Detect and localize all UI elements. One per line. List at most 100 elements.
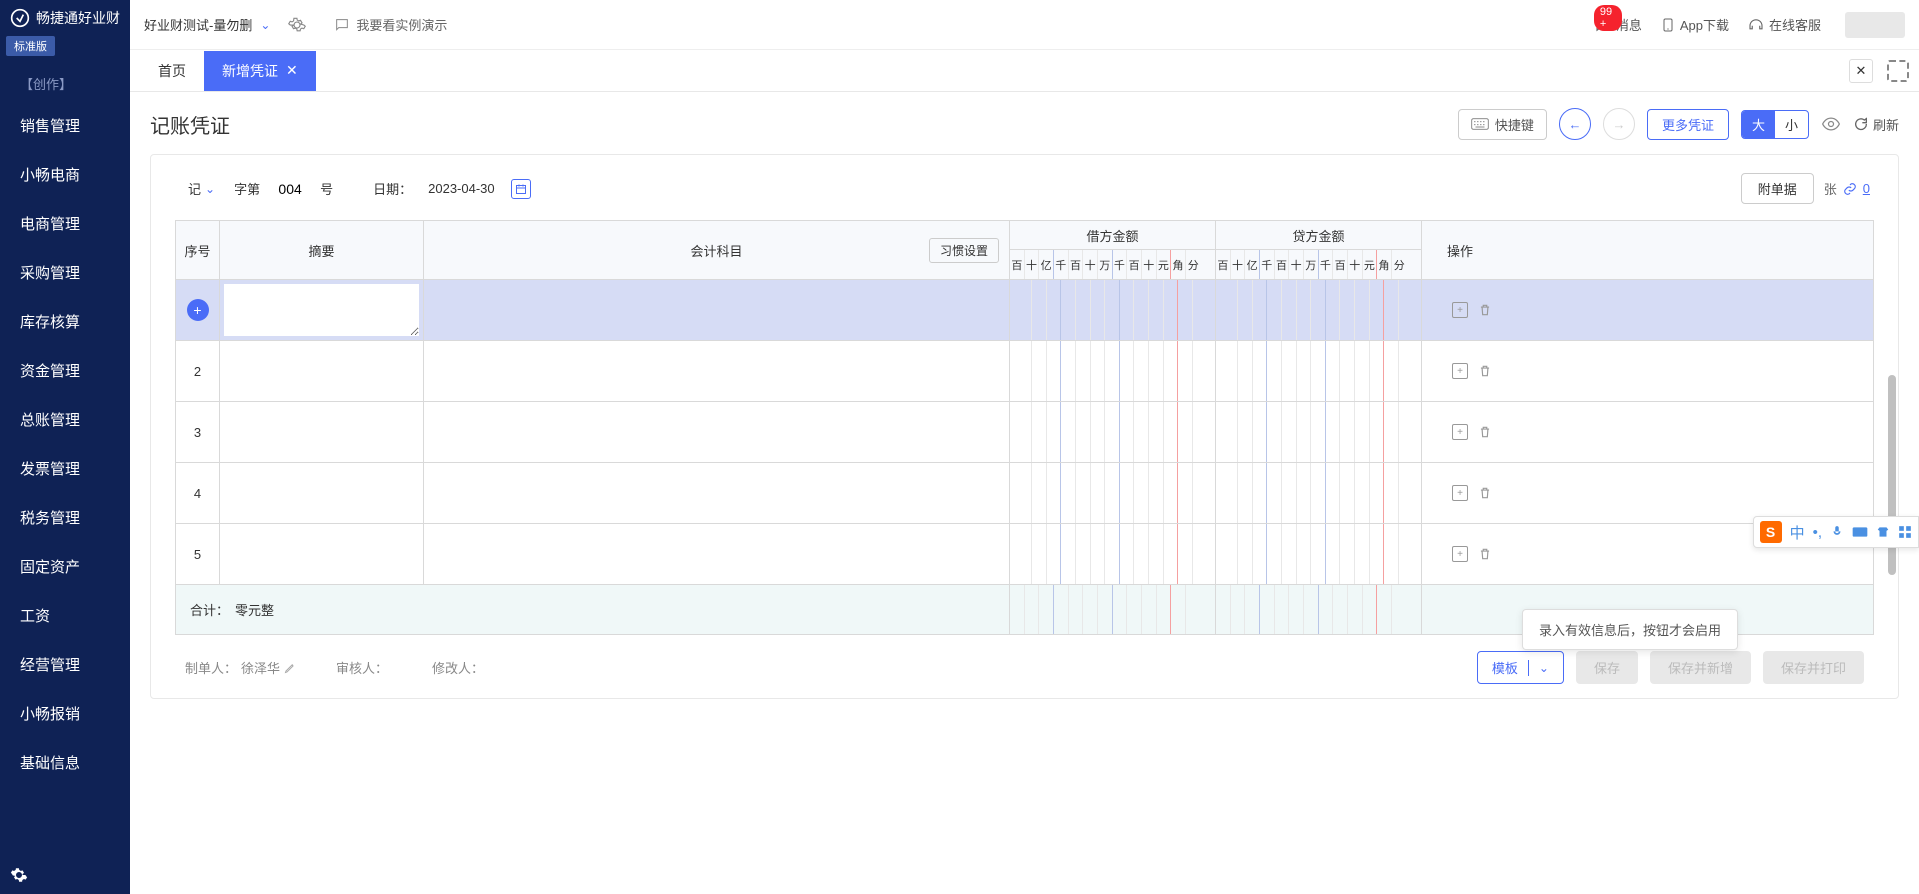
nav-ledger[interactable]: 总账管理 (0, 395, 130, 444)
ime-skin-icon[interactable] (1876, 525, 1890, 539)
copy-row-icon[interactable]: + (1452, 363, 1468, 379)
copy-row-icon[interactable]: + (1452, 302, 1468, 318)
habit-settings-button[interactable]: 习惯设置 (929, 238, 999, 263)
more-vouchers-button[interactable]: 更多凭证 (1647, 109, 1729, 140)
nav-salary[interactable]: 工资 (0, 591, 130, 640)
edit-icon[interactable] (284, 662, 296, 674)
ime-lang[interactable]: 中 (1790, 522, 1805, 543)
nav-basic[interactable]: 基础信息 (0, 738, 130, 787)
cell-credit[interactable] (1216, 402, 1422, 462)
copy-row-icon[interactable]: + (1452, 546, 1468, 562)
copy-row-icon[interactable]: + (1452, 424, 1468, 440)
cell-summary[interactable] (220, 463, 424, 523)
fullscreen-icon[interactable] (1887, 60, 1909, 82)
calendar-icon[interactable] (511, 179, 531, 199)
support-button[interactable]: 在线客服 (1747, 15, 1821, 34)
delete-row-icon[interactable] (1478, 425, 1492, 439)
nav-expense[interactable]: 小畅报销 (0, 689, 130, 738)
phone-icon (1660, 16, 1676, 34)
cell-summary[interactable] (220, 524, 424, 584)
demo-link[interactable]: 我要看实例演示 (334, 15, 447, 34)
cell-subject[interactable] (424, 524, 1010, 584)
close-icon[interactable]: ✕ (286, 62, 298, 79)
voucher-number-input[interactable] (270, 181, 310, 197)
cell-debit[interactable] (1010, 524, 1216, 584)
nav-ops[interactable]: 经营管理 (0, 640, 130, 689)
cell-summary[interactable] (220, 280, 424, 340)
delete-row-icon[interactable] (1478, 364, 1492, 378)
th-subject-label: 会计科目 (690, 241, 742, 260)
cell-subject[interactable] (424, 280, 1010, 340)
cell-subject[interactable] (424, 402, 1010, 462)
settings-gear[interactable] (0, 856, 130, 894)
attach-count[interactable]: 0 (1863, 181, 1870, 196)
ime-toolbox-icon[interactable] (1898, 525, 1912, 539)
ime-punct-icon[interactable]: •, (1813, 524, 1822, 541)
gear-icon (10, 866, 28, 884)
delete-row-icon[interactable] (1478, 303, 1492, 317)
link-icon[interactable] (1843, 182, 1857, 196)
size-toggle[interactable]: 大 小 (1741, 110, 1809, 139)
nav-item-dim[interactable]: 【创作】 (0, 66, 130, 101)
next-button[interactable]: → (1603, 108, 1635, 140)
project-name: 好业财测试-量勿删 (144, 15, 252, 34)
cell-ops: + (1422, 524, 1498, 584)
nav-purchase[interactable]: 采购管理 (0, 248, 130, 297)
table-row[interactable]: 2+ (176, 340, 1873, 401)
nav-ecom1[interactable]: 小畅电商 (0, 150, 130, 199)
cell-credit[interactable] (1216, 463, 1422, 523)
app-download-button[interactable]: App下载 (1660, 15, 1729, 34)
table-row[interactable]: ++ (176, 279, 1873, 340)
copy-row-icon[interactable]: + (1452, 485, 1468, 501)
tab-home[interactable]: 首页 (140, 51, 204, 91)
cell-debit[interactable] (1010, 463, 1216, 523)
cell-summary[interactable] (220, 402, 424, 462)
tab-new-voucher[interactable]: 新增凭证 ✕ (204, 51, 316, 91)
attach-button[interactable]: 附单据 (1741, 173, 1814, 204)
cell-credit[interactable] (1216, 524, 1422, 584)
cell-credit[interactable] (1216, 280, 1422, 340)
ime-floating-bar[interactable]: S 中 •, (1753, 516, 1919, 548)
nav-assets[interactable]: 固定资产 (0, 542, 130, 591)
nav-ecom2[interactable]: 电商管理 (0, 199, 130, 248)
footer-buttons: 模板 ⌄ 保存 保存并新增 保存并打印 (1477, 651, 1864, 684)
eye-icon[interactable] (1821, 114, 1841, 134)
date-input[interactable]: 2023-04-30 (420, 178, 503, 199)
delete-row-icon[interactable] (1478, 547, 1492, 561)
delete-row-icon[interactable] (1478, 486, 1492, 500)
prev-button[interactable]: ← (1559, 108, 1591, 140)
ime-mic-icon[interactable] (1830, 525, 1844, 539)
table-row[interactable]: 3+ (176, 401, 1873, 462)
foot-credit (1216, 585, 1422, 634)
size-large[interactable]: 大 (1742, 111, 1775, 138)
ime-keyboard-icon[interactable] (1852, 526, 1868, 538)
nav-inventory[interactable]: 库存核算 (0, 297, 130, 346)
add-row-button[interactable]: + (187, 299, 209, 321)
number-suffix: 号 (320, 179, 333, 198)
size-small[interactable]: 小 (1775, 111, 1808, 138)
cell-subject[interactable] (424, 463, 1010, 523)
nav-sales[interactable]: 销售管理 (0, 101, 130, 150)
cell-debit[interactable] (1010, 280, 1216, 340)
voucher-word-select[interactable]: 记 ⌄ (179, 175, 224, 202)
cell-debit[interactable] (1010, 341, 1216, 401)
project-select[interactable]: 好业财测试-量勿删 ⌄ (144, 15, 270, 34)
cell-subject[interactable] (424, 341, 1010, 401)
summary-input[interactable] (224, 284, 419, 336)
settings-icon[interactable] (288, 16, 306, 34)
refresh-button[interactable]: 刷新 (1853, 115, 1899, 134)
shortcut-button[interactable]: 快捷键 (1458, 109, 1547, 140)
cell-summary[interactable] (220, 341, 424, 401)
demo-text: 我要看实例演示 (356, 15, 447, 34)
cell-debit[interactable] (1010, 402, 1216, 462)
template-button[interactable]: 模板 ⌄ (1477, 651, 1564, 684)
messages-button[interactable]: 99 + 消息 (1594, 15, 1642, 34)
nav-tax[interactable]: 税务管理 (0, 493, 130, 542)
cell-credit[interactable] (1216, 341, 1422, 401)
table-row[interactable]: 5+ (176, 523, 1873, 584)
nav-funds[interactable]: 资金管理 (0, 346, 130, 395)
avatar[interactable] (1845, 12, 1905, 38)
nav-invoice[interactable]: 发票管理 (0, 444, 130, 493)
table-row[interactable]: 4+ (176, 462, 1873, 523)
close-all-button[interactable]: ✕ (1849, 59, 1873, 83)
